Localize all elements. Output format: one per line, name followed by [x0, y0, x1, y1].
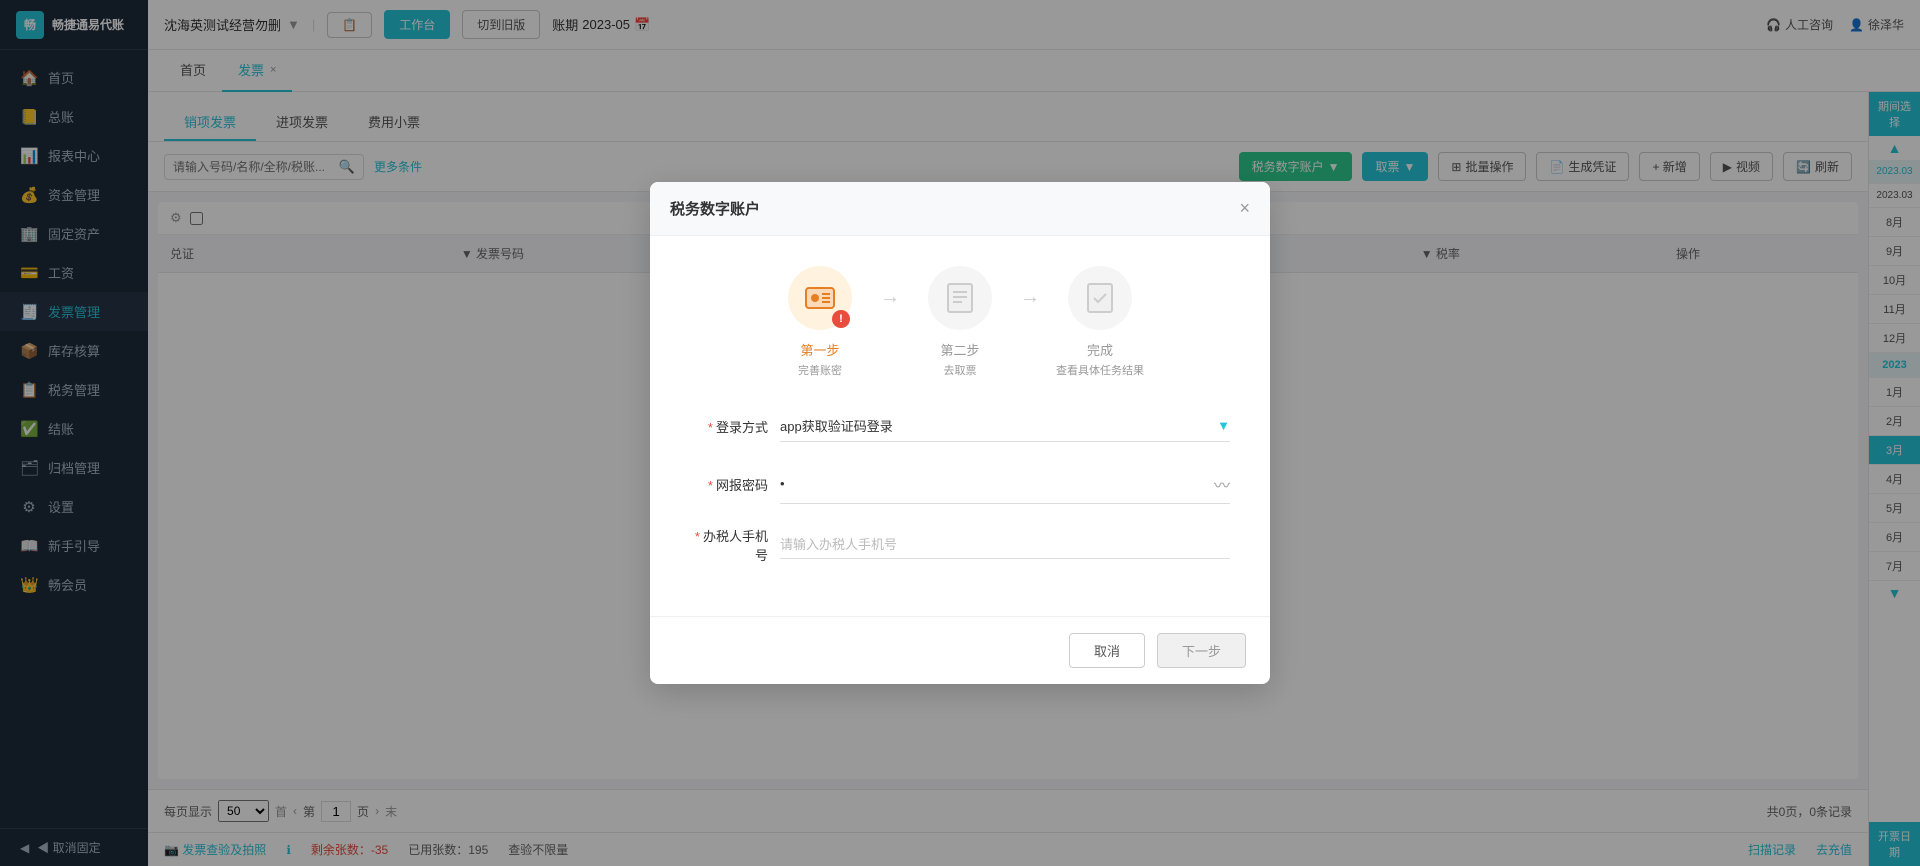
password-field-wrap: 〰: [780, 464, 1230, 504]
step-1-title: 第一步: [800, 340, 839, 359]
modal-body: ! 第一步 完善账密 →: [650, 236, 1270, 616]
login-method-select[interactable]: app获取验证码登录 ▼: [780, 410, 1230, 442]
phone-input[interactable]: [780, 531, 1230, 559]
password-row: 网报密码 〰: [690, 464, 1230, 504]
next-button[interactable]: 下一步: [1157, 633, 1246, 668]
step-3: 完成 查看具体任务结果: [1040, 266, 1160, 378]
dropdown-icon: ▼: [1217, 418, 1230, 433]
step-1-badge: !: [832, 310, 850, 328]
modal-overlay: 税务数字账户 ×: [0, 0, 1920, 866]
step-2: 第二步 去取票: [900, 266, 1020, 378]
step-2-icon: [942, 280, 978, 316]
step-arrow-1: →: [880, 266, 900, 309]
step-1-desc: 完善账密: [798, 362, 842, 378]
step-3-icon-wrap: [1068, 266, 1132, 330]
toggle-password-icon[interactable]: 〰: [1214, 472, 1230, 496]
steps-area: ! 第一步 完善账密 →: [690, 266, 1230, 378]
step-2-icon-wrap: [928, 266, 992, 330]
step-3-desc: 查看具体任务结果: [1056, 362, 1144, 378]
step-1: ! 第一步 完善账密: [760, 266, 880, 378]
password-label: 网报密码: [690, 475, 780, 494]
cancel-button[interactable]: 取消: [1069, 633, 1145, 668]
phone-row: 办税人手机号: [690, 526, 1230, 564]
password-input[interactable]: [780, 470, 1214, 497]
step-1-icon: [802, 280, 838, 316]
step-1-icon-wrap: !: [788, 266, 852, 330]
step-3-title: 完成: [1087, 340, 1113, 359]
modal-footer: 取消 下一步: [650, 616, 1270, 684]
modal-title: 税务数字账户: [670, 198, 760, 219]
tax-digital-modal: 税务数字账户 ×: [650, 182, 1270, 684]
login-method-value: app获取验证码登录: [780, 416, 893, 435]
step-2-title: 第二步: [940, 340, 979, 359]
login-method-label: 登录方式: [690, 417, 780, 436]
step-3-icon: [1082, 280, 1118, 316]
step-2-desc: 去取票: [944, 362, 977, 378]
phone-label: 办税人手机号: [690, 526, 780, 564]
modal-header: 税务数字账户 ×: [650, 182, 1270, 236]
modal-close-button[interactable]: ×: [1239, 198, 1250, 219]
login-method-row: 登录方式 app获取验证码登录 ▼: [690, 410, 1230, 442]
step-arrow-2: →: [1020, 266, 1040, 309]
